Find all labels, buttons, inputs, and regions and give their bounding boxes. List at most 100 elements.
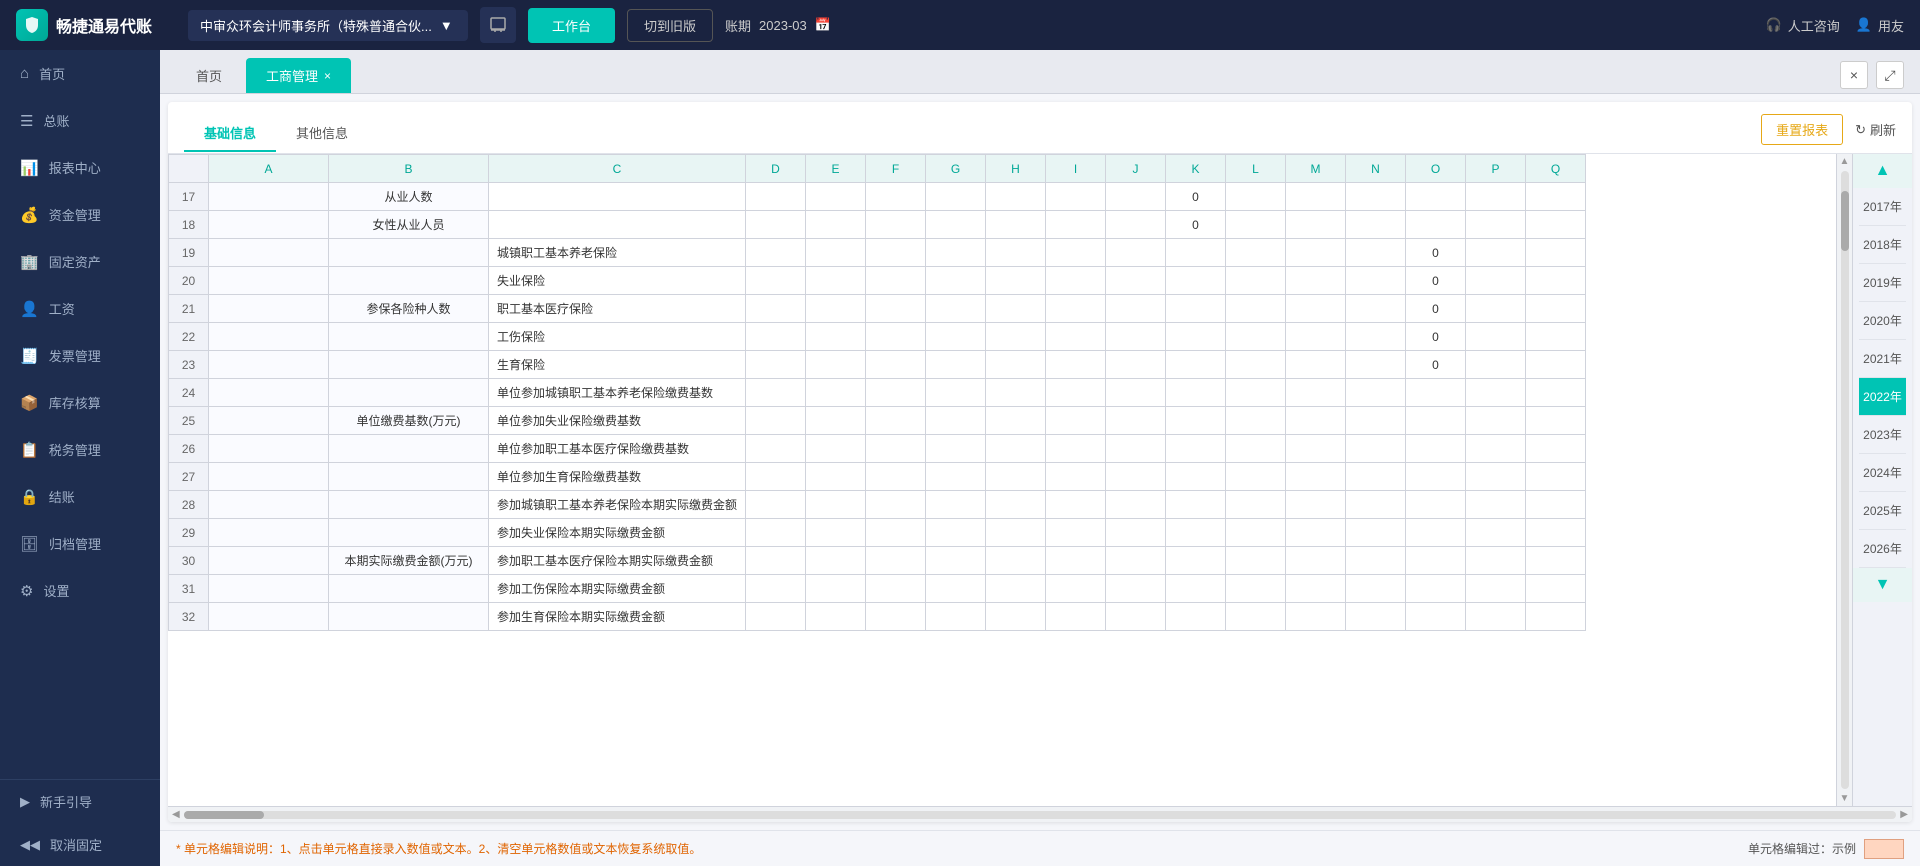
- cell-b[interactable]: 从业人数: [329, 183, 489, 211]
- cell-empty[interactable]: [1106, 435, 1166, 463]
- cell-empty[interactable]: [986, 435, 1046, 463]
- cell-empty[interactable]: [1346, 463, 1406, 491]
- cell-empty[interactable]: [1286, 463, 1346, 491]
- cell-empty[interactable]: [986, 351, 1046, 379]
- cell-empty[interactable]: [866, 323, 926, 351]
- cell-empty[interactable]: [746, 351, 806, 379]
- cell-c[interactable]: 城镇职工基本养老保险: [489, 239, 746, 267]
- cell-empty[interactable]: [926, 575, 986, 603]
- cell-empty[interactable]: [1226, 407, 1286, 435]
- cell-a[interactable]: [209, 183, 329, 211]
- cell-empty[interactable]: [806, 295, 866, 323]
- cell-empty[interactable]: [926, 491, 986, 519]
- cell-empty[interactable]: [986, 603, 1046, 631]
- cell-empty[interactable]: [866, 435, 926, 463]
- cell-empty[interactable]: [1286, 295, 1346, 323]
- cell-k[interactable]: 0: [1166, 183, 1226, 211]
- cell-empty[interactable]: [1346, 323, 1406, 351]
- sidebar-item-settings[interactable]: ⚙ 设置: [0, 567, 160, 614]
- cell-empty[interactable]: [746, 183, 806, 211]
- cell-empty[interactable]: [806, 575, 866, 603]
- company-settings-icon[interactable]: [480, 7, 516, 43]
- cell-empty[interactable]: [1526, 295, 1586, 323]
- cell-k[interactable]: [1166, 519, 1226, 547]
- cell-empty[interactable]: [1106, 295, 1166, 323]
- cell-empty[interactable]: [1466, 407, 1526, 435]
- cell-empty[interactable]: [1466, 547, 1526, 575]
- cell-empty[interactable]: [986, 575, 1046, 603]
- cell-empty[interactable]: [986, 211, 1046, 239]
- cell-b[interactable]: [329, 379, 489, 407]
- cell-empty[interactable]: [746, 407, 806, 435]
- cell-empty[interactable]: [1526, 519, 1586, 547]
- cell-empty[interactable]: [1106, 239, 1166, 267]
- cell-empty[interactable]: [1226, 463, 1286, 491]
- cell-empty[interactable]: [1286, 239, 1346, 267]
- cell-empty[interactable]: [1526, 435, 1586, 463]
- tab-home[interactable]: 首页: [176, 58, 242, 93]
- cell-empty[interactable]: [1286, 379, 1346, 407]
- cell-a[interactable]: [209, 211, 329, 239]
- cell-c[interactable]: 失业保险: [489, 267, 746, 295]
- cell-empty[interactable]: [1346, 351, 1406, 379]
- cell-empty[interactable]: [746, 379, 806, 407]
- tab-close-icon[interactable]: ×: [324, 69, 331, 83]
- sub-tab-other[interactable]: 其他信息: [276, 115, 368, 152]
- cell-empty[interactable]: [1466, 519, 1526, 547]
- cell-k[interactable]: 0: [1166, 211, 1226, 239]
- cell-empty[interactable]: [1286, 519, 1346, 547]
- cell-b[interactable]: [329, 351, 489, 379]
- v-scrollbar[interactable]: ▲ ▼: [1836, 154, 1852, 806]
- cell-empty[interactable]: [866, 351, 926, 379]
- cell-a[interactable]: [209, 491, 329, 519]
- cell-empty[interactable]: [806, 323, 866, 351]
- sidebar-item-archive[interactable]: 🗄 归档管理: [0, 520, 160, 567]
- cell-b[interactable]: [329, 267, 489, 295]
- cell-empty[interactable]: [746, 211, 806, 239]
- cell-a[interactable]: [209, 463, 329, 491]
- cell-empty[interactable]: [866, 603, 926, 631]
- cell-empty[interactable]: [746, 435, 806, 463]
- cell-empty[interactable]: [1286, 267, 1346, 295]
- cell-empty[interactable]: [866, 575, 926, 603]
- cell-o[interactable]: [1406, 379, 1466, 407]
- cell-o[interactable]: [1406, 407, 1466, 435]
- cell-empty[interactable]: [1046, 239, 1106, 267]
- cell-empty[interactable]: [746, 239, 806, 267]
- cell-k[interactable]: [1166, 267, 1226, 295]
- cell-empty[interactable]: [1346, 407, 1406, 435]
- cell-empty[interactable]: [1226, 239, 1286, 267]
- year-item[interactable]: 2022年: [1859, 378, 1906, 416]
- year-item[interactable]: 2025年: [1859, 492, 1906, 530]
- cell-empty[interactable]: [1466, 575, 1526, 603]
- cell-empty[interactable]: [1226, 435, 1286, 463]
- year-item[interactable]: 2017年: [1859, 188, 1906, 226]
- cell-empty[interactable]: [926, 547, 986, 575]
- cell-empty[interactable]: [1346, 575, 1406, 603]
- cell-empty[interactable]: [1226, 295, 1286, 323]
- cell-k[interactable]: [1166, 351, 1226, 379]
- cell-empty[interactable]: [1526, 407, 1586, 435]
- cell-empty[interactable]: [1106, 491, 1166, 519]
- year-item[interactable]: 2024年: [1859, 454, 1906, 492]
- cell-empty[interactable]: [1106, 211, 1166, 239]
- cell-empty[interactable]: [746, 519, 806, 547]
- cell-empty[interactable]: [866, 519, 926, 547]
- ai-service[interactable]: 🎧 人工咨询: [1766, 16, 1840, 35]
- cell-empty[interactable]: [1286, 547, 1346, 575]
- cell-empty[interactable]: [806, 603, 866, 631]
- cell-empty[interactable]: [746, 267, 806, 295]
- cell-empty[interactable]: [1046, 267, 1106, 295]
- sidebar-item-inventory[interactable]: 📦 库存核算: [0, 379, 160, 426]
- cell-k[interactable]: [1166, 491, 1226, 519]
- cell-empty[interactable]: [1226, 211, 1286, 239]
- cell-a[interactable]: [209, 435, 329, 463]
- cell-empty[interactable]: [1346, 547, 1406, 575]
- cell-empty[interactable]: [1466, 183, 1526, 211]
- cell-c[interactable]: 生育保险: [489, 351, 746, 379]
- cell-empty[interactable]: [1526, 239, 1586, 267]
- cell-empty[interactable]: [1046, 463, 1106, 491]
- cell-o[interactable]: [1406, 491, 1466, 519]
- cell-empty[interactable]: [1346, 603, 1406, 631]
- cell-empty[interactable]: [806, 547, 866, 575]
